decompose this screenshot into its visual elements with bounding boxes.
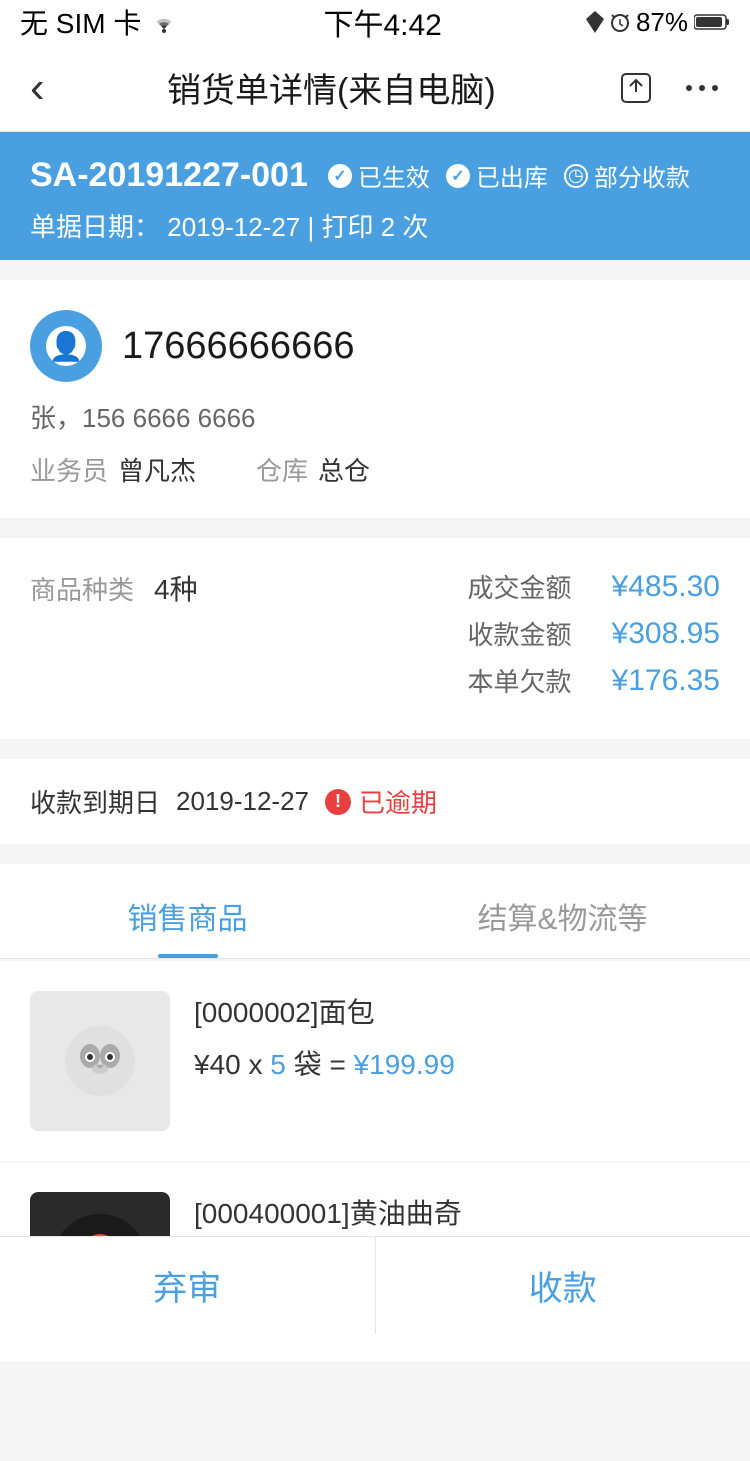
bottom-bar: 弃审 收款 [0,1236,750,1334]
due-section: 收款到期日 2019-12-27 ! 已逾期 [0,759,750,844]
badge-shipped-label: 已出库 [476,158,548,193]
tab-sales-label: 销售商品 [128,903,248,936]
nav-icons [618,70,720,106]
category-label: 商品种类 [30,570,134,607]
clock-icon [564,164,588,188]
print-info: | 打印 2 次 [307,212,428,242]
warehouse-item: 仓库 总仓 [256,451,370,488]
avatar-icon [46,326,86,366]
overdue-icon: ! [325,789,351,815]
status-bar: 无 SIM 卡 下午4:42 87% [0,0,750,44]
product-name-2: [000400001]黄油曲奇 [194,1192,720,1232]
back-button[interactable]: ‹ [30,63,45,113]
warehouse-value: 总仓 [318,451,370,488]
receipt-row: 收款金额 ¥308.95 [468,615,720,652]
tabs-section: 销售商品 结算&物流等 [0,864,750,959]
tab-settlement-label: 结算&物流等 [477,903,647,936]
product-info-1: [0000002]面包 ¥40 x 5 袋 = ¥199.99 [194,991,720,1083]
alarm-icon [610,11,630,33]
salesman-value: 曾凡杰 [118,451,196,488]
badge-partial-label: 部分收款 [594,158,690,193]
unit-1: 袋 [294,1049,322,1080]
transaction-row: 成交金额 ¥485.30 [468,568,720,605]
customer-meta: 业务员 曾凡杰 仓库 总仓 [30,451,720,488]
confirm-button[interactable]: 收款 [376,1237,750,1334]
transaction-amount: ¥485.30 [612,570,720,604]
customer-row1: 17666666666 [30,310,720,382]
customer-id: 17666666666 [122,325,354,368]
more-icon[interactable] [684,83,720,93]
due-label: 收款到期日 [30,783,160,820]
battery-text: 87% [636,7,688,38]
avatar [30,310,102,382]
salesman-item: 业务员 曾凡杰 [30,451,196,488]
debt-label: 本单欠款 [468,662,572,699]
quantity-1: 5 [270,1049,286,1080]
product-name-1: [0000002]面包 [194,991,720,1031]
banner-row1: SA-20191227-001 已生效 已出库 部分收款 [30,156,720,195]
nav-bar: ‹ 销货单详情(来自电脑) [0,44,750,132]
badge-effective-label: 已生效 [358,158,430,193]
receipt-label: 收款金额 [468,615,572,652]
transaction-label: 成交金额 [468,568,572,605]
status-right: 87% [586,7,730,38]
order-id: SA-20191227-001 [30,156,308,195]
confirm-label: 收款 [529,1261,597,1310]
tab-sales[interactable]: 销售商品 [0,864,375,958]
badge-shipped: 已出库 [446,158,548,193]
due-date: 2019-12-27 [176,786,309,817]
overdue-label: 已逾期 [359,783,437,820]
total-1: ¥199.99 [354,1049,455,1080]
carrier-text: 无 SIM 卡 [20,2,141,42]
status-carrier: 无 SIM 卡 [20,2,179,42]
overdue-badge: ! 已逾期 [325,783,437,820]
badge-effective: 已生效 [328,158,430,193]
customer-name: 张，156 6666 6666 [30,398,720,435]
customer-section: 17666666666 张，156 6666 6666 业务员 曾凡杰 仓库 总… [0,280,750,518]
debt-amount: ¥176.35 [612,664,720,698]
badge-partial: 部分收款 [564,158,690,193]
summary-section: 商品种类 4种 成交金额 ¥485.30 收款金额 ¥308.95 本单欠款 ¥… [0,538,750,739]
product-thumbnail-1 [30,991,170,1131]
date-label: 单据日期： [30,212,160,242]
location-icon [586,11,604,33]
header-banner: SA-20191227-001 已生效 已出库 部分收款 单据日期： 2019-… [0,132,750,260]
page-title: 销货单详情(来自电脑) [167,63,496,112]
wifi-icon [149,11,179,33]
check-icon-effective [328,164,352,188]
warehouse-label: 仓库 [256,451,308,488]
owl-svg [60,1021,140,1101]
tab-settlement[interactable]: 结算&物流等 [375,864,750,958]
banner-date-row: 单据日期： 2019-12-27 | 打印 2 次 [30,207,720,244]
share-icon[interactable] [618,70,654,106]
owl-icon [30,991,170,1131]
category-value: 4种 [154,568,198,608]
debt-row: 本单欠款 ¥176.35 [468,662,720,699]
status-badges: 已生效 已出库 部分收款 [328,158,690,193]
salesman-label: 业务员 [30,451,108,488]
unit-price-1: ¥40 [194,1049,241,1080]
summary-right: 成交金额 ¥485.30 收款金额 ¥308.95 本单欠款 ¥176.35 [468,568,720,709]
check-icon-shipped [446,164,470,188]
order-date: 2019-12-27 [167,212,300,242]
table-row: [0000002]面包 ¥40 x 5 袋 = ¥199.99 [0,961,750,1162]
receipt-amount: ¥308.95 [612,617,720,651]
battery-icon [694,13,730,31]
status-time: 下午4:42 [323,0,441,44]
cancel-label: 弃审 [153,1261,221,1310]
cancel-button[interactable]: 弃审 [0,1237,376,1334]
product-price-1: ¥40 x 5 袋 = ¥199.99 [194,1043,720,1083]
summary-left: 商品种类 4种 [30,568,198,608]
